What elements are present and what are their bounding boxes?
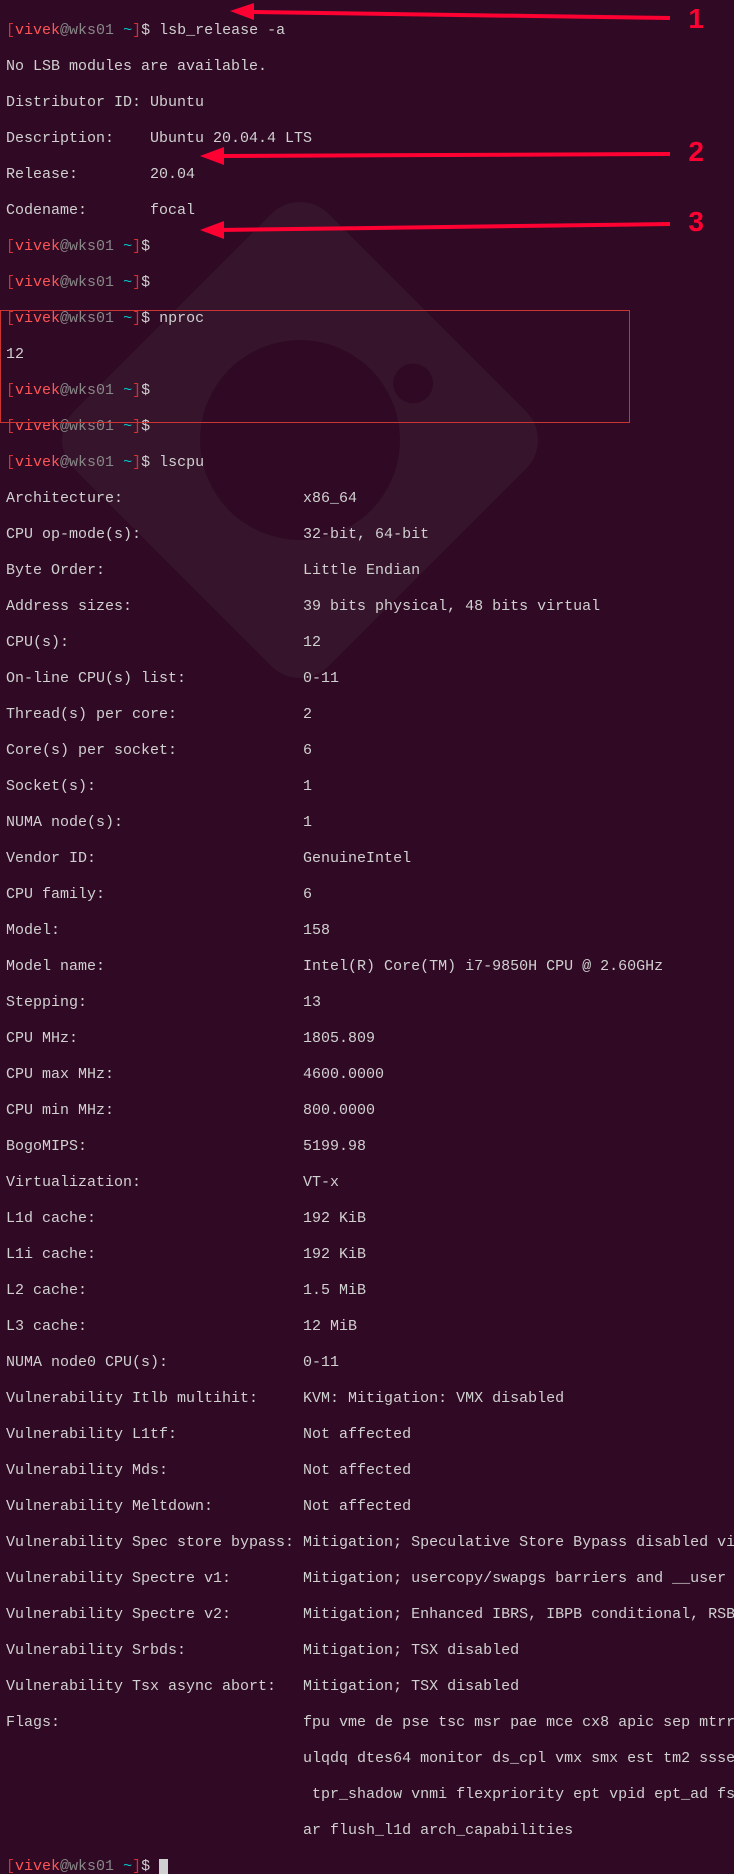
lscpu-line: Vulnerability Mds: Not affected bbox=[6, 1462, 728, 1480]
lscpu-line: Thread(s) per core: 2 bbox=[6, 706, 728, 724]
lscpu-line: CPU max MHz: 4600.0000 bbox=[6, 1066, 728, 1084]
prompt-line: [vivek@wks01 ~]$ nproc bbox=[6, 310, 728, 328]
lscpu-line: BogoMIPS: 5199.98 bbox=[6, 1138, 728, 1156]
prompt-line: [vivek@wks01 ~]$ bbox=[6, 418, 728, 436]
command-3: lscpu bbox=[159, 454, 204, 471]
output-line: Release: 20.04 bbox=[6, 166, 728, 184]
lscpu-line: NUMA node0 CPU(s): 0-11 bbox=[6, 1354, 728, 1372]
lscpu-line: CPU family: 6 bbox=[6, 886, 728, 904]
lscpu-line: L1d cache: 192 KiB bbox=[6, 1210, 728, 1228]
lscpu-line: Model: 158 bbox=[6, 922, 728, 940]
lscpu-line: On-line CPU(s) list: 0-11 bbox=[6, 670, 728, 688]
prompt-line: [vivek@wks01 ~]$ bbox=[6, 274, 728, 292]
lscpu-line: Vulnerability Spectre v1: Mitigation; us… bbox=[6, 1570, 728, 1588]
lscpu-line: Core(s) per socket: 6 bbox=[6, 742, 728, 760]
lscpu-line: NUMA node(s): 1 bbox=[6, 814, 728, 832]
lscpu-line: Vulnerability L1tf: Not affected bbox=[6, 1426, 728, 1444]
annotation-2: 2 bbox=[688, 135, 704, 169]
lscpu-line: Stepping: 13 bbox=[6, 994, 728, 1012]
lscpu-line: Vulnerability Meltdown: Not affected bbox=[6, 1498, 728, 1516]
lscpu-line: CPU(s): 12 bbox=[6, 634, 728, 652]
lscpu-line: Vulnerability Tsx async abort: Mitigatio… bbox=[6, 1678, 728, 1696]
lscpu-line: CPU min MHz: 800.0000 bbox=[6, 1102, 728, 1120]
prompt-line: [vivek@wks01 ~]$ lsb_release -a bbox=[6, 22, 728, 40]
lscpu-line: Vendor ID: GenuineIntel bbox=[6, 850, 728, 868]
output-line: Codename: focal bbox=[6, 202, 728, 220]
command-2: nproc bbox=[159, 310, 204, 327]
lscpu-line: Flags: fpu vme de pse tsc msr pae mce cx… bbox=[6, 1714, 728, 1732]
prompt-line: [vivek@wks01 ~]$ bbox=[6, 382, 728, 400]
lscpu-line: ar flush_l1d arch_capabilities bbox=[6, 1822, 728, 1840]
lscpu-line: Virtualization: VT-x bbox=[6, 1174, 728, 1192]
prompt-line: [vivek@wks01 ~]$ lscpu bbox=[6, 454, 728, 472]
lscpu-line: Vulnerability Spectre v2: Mitigation; En… bbox=[6, 1606, 728, 1624]
command-1: lsb_release -a bbox=[159, 22, 285, 39]
lscpu-line: Socket(s): 1 bbox=[6, 778, 728, 796]
output-line: 12 bbox=[6, 346, 728, 364]
terminal-output: [vivek@wks01 ~]$ lsb_release -a No LSB m… bbox=[6, 4, 728, 1874]
output-line: Distributor ID: Ubuntu bbox=[6, 94, 728, 112]
lscpu-line: L2 cache: 1.5 MiB bbox=[6, 1282, 728, 1300]
lscpu-line: Byte Order: Little Endian bbox=[6, 562, 728, 580]
lscpu-line: L1i cache: 192 KiB bbox=[6, 1246, 728, 1264]
lscpu-line: Vulnerability Spec store bypass: Mitigat… bbox=[6, 1534, 728, 1552]
lscpu-line: CPU op-mode(s): 32-bit, 64-bit bbox=[6, 526, 728, 544]
output-line: No LSB modules are available. bbox=[6, 58, 728, 76]
lscpu-line: ulqdq dtes64 monitor ds_cpl vmx smx est … bbox=[6, 1750, 728, 1768]
cursor bbox=[159, 1859, 168, 1874]
lscpu-line: Architecture: x86_64 bbox=[6, 490, 728, 508]
lscpu-line: L3 cache: 12 MiB bbox=[6, 1318, 728, 1336]
prompt-line: [vivek@wks01 ~]$ bbox=[6, 238, 728, 256]
prompt-line-active[interactable]: [vivek@wks01 ~]$ bbox=[6, 1858, 728, 1874]
lscpu-line: Address sizes: 39 bits physical, 48 bits… bbox=[6, 598, 728, 616]
lscpu-line: Vulnerability Itlb multihit: KVM: Mitiga… bbox=[6, 1390, 728, 1408]
annotation-3: 3 bbox=[688, 205, 704, 239]
lscpu-line: Vulnerability Srbds: Mitigation; TSX dis… bbox=[6, 1642, 728, 1660]
lscpu-line: CPU MHz: 1805.809 bbox=[6, 1030, 728, 1048]
lscpu-line: tpr_shadow vnmi flexpriority ept vpid ep… bbox=[6, 1786, 728, 1804]
lscpu-line: Model name: Intel(R) Core(TM) i7-9850H C… bbox=[6, 958, 728, 976]
output-line: Description: Ubuntu 20.04.4 LTS bbox=[6, 130, 728, 148]
annotation-1: 1 bbox=[688, 2, 704, 36]
